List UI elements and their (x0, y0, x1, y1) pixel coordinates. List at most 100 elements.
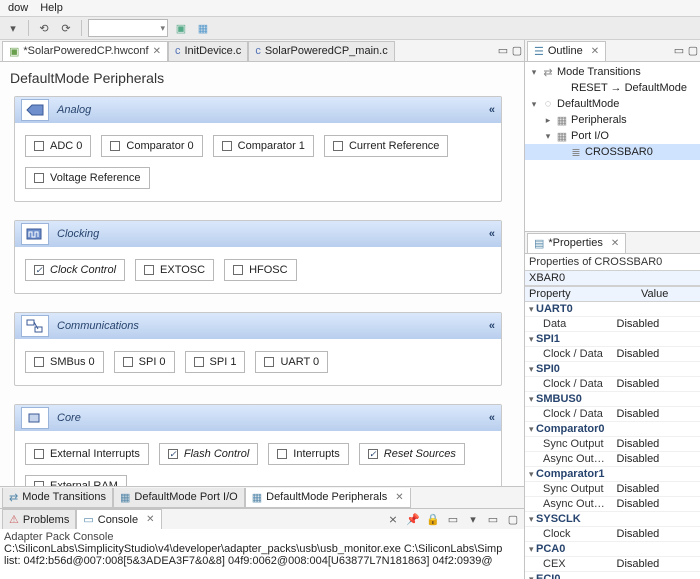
peripheral-chip[interactable]: Reset Sources (359, 443, 465, 465)
tree-row[interactable]: ▾⇄Mode Transitions (525, 64, 700, 80)
maximize-icon[interactable]: ▢ (510, 44, 524, 57)
property-row[interactable]: Async OutputDisabled (525, 497, 700, 512)
property-row[interactable]: Async OutputDisabled (525, 452, 700, 467)
property-row[interactable]: SYSCLK (525, 512, 700, 527)
new-icon[interactable]: ▾ (4, 19, 22, 37)
editor-tab[interactable]: c SolarPoweredCP_main.c (248, 41, 394, 61)
peripheral-chip[interactable]: Interrupts (268, 443, 348, 465)
bottom-tab[interactable]: ▦DefaultMode Port I/O (113, 488, 245, 508)
bottom-tab[interactable]: ▦DefaultMode Peripherals✕ (245, 488, 411, 508)
property-value[interactable]: Disabled (613, 407, 700, 422)
twisty-icon[interactable]: ▾ (543, 131, 553, 142)
twisty-icon[interactable]: ▾ (529, 99, 539, 110)
close-icon[interactable]: ✕ (611, 238, 619, 249)
tree-row[interactable]: RESET → DefaultMode (525, 80, 700, 96)
peripheral-chip[interactable]: SPI 0 (114, 351, 175, 373)
menu-item[interactable]: dow (8, 2, 28, 14)
tree-row[interactable]: ≣CROSSBAR0 (525, 144, 700, 160)
tool-icon[interactable]: ▣ (172, 19, 190, 37)
peripheral-chip[interactable]: External Interrupts (25, 443, 149, 465)
collapse-icon[interactable]: « (489, 228, 495, 240)
close-icon[interactable]: ✕ (146, 514, 154, 525)
property-row[interactable]: ECI0 (525, 572, 700, 579)
collapse-icon[interactable]: « (489, 412, 495, 424)
outline-tab[interactable]: ☰Outline✕ (527, 41, 606, 61)
peripheral-chip[interactable]: ADC 0 (25, 135, 91, 157)
clear-icon[interactable]: ⨯ (384, 510, 402, 528)
property-value[interactable]: Disabled (613, 347, 700, 362)
close-icon[interactable]: ✕ (153, 46, 161, 57)
property-value[interactable]: Disabled (613, 377, 700, 392)
dropdown-icon[interactable]: ▾ (464, 510, 482, 528)
tool-icon[interactable]: ▦ (194, 19, 212, 37)
property-row[interactable]: Comparator1 (525, 467, 700, 482)
minimize-icon[interactable]: ▭ (496, 44, 510, 57)
property-value[interactable]: Disabled (613, 437, 700, 452)
forward-icon[interactable]: ⟳ (57, 19, 75, 37)
back-icon[interactable]: ⟲ (35, 19, 53, 37)
property-row[interactable]: Clock / DataDisabled (525, 377, 700, 392)
property-row[interactable]: UART0 (525, 302, 700, 317)
peripheral-chip[interactable]: SMBus 0 (25, 351, 104, 373)
scroll-lock-icon[interactable]: 🔒 (424, 510, 442, 528)
minimize-icon[interactable]: ▭ (484, 510, 502, 528)
property-value[interactable]: Disabled (613, 557, 700, 572)
bottom-tab[interactable]: ⇄Mode Transitions (2, 488, 113, 508)
panel-header[interactable]: Analog « (15, 97, 501, 123)
peripheral-chip[interactable]: SPI 1 (185, 351, 246, 373)
close-icon[interactable]: ✕ (591, 46, 599, 57)
peripheral-chip[interactable]: HFOSC (224, 259, 297, 281)
console-tab[interactable]: ▭Console✕ (76, 509, 161, 529)
property-row[interactable]: Clock / DataDisabled (525, 347, 700, 362)
peripheral-chip[interactable]: Clock Control (25, 259, 125, 281)
tree-row[interactable]: ▸▦Peripherals (525, 112, 700, 128)
minimize-icon[interactable]: ▭ (672, 44, 686, 57)
problems-icon: ⚠ (9, 513, 19, 526)
peripheral-chip[interactable]: Comparator 0 (101, 135, 202, 157)
twisty-icon[interactable]: ▾ (529, 67, 539, 78)
panel-header[interactable]: Core « (15, 405, 501, 431)
properties-root-row[interactable]: XBAR0 (525, 270, 700, 286)
console-tab[interactable]: ⚠Problems (2, 509, 76, 529)
property-row[interactable]: SMBUS0 (525, 392, 700, 407)
properties-tab[interactable]: ▤*Properties✕ (527, 233, 626, 253)
property-value[interactable]: Disabled (613, 317, 700, 332)
peripheral-chip[interactable]: EXTOSC (135, 259, 214, 281)
property-row[interactable]: PCA0 (525, 542, 700, 557)
property-row[interactable]: CEXDisabled (525, 557, 700, 572)
tree-row[interactable]: ▾◌DefaultMode (525, 96, 700, 112)
maximize-icon[interactable]: ▢ (504, 510, 522, 528)
property-row[interactable]: ClockDisabled (525, 527, 700, 542)
property-value[interactable]: Disabled (613, 497, 700, 512)
peripheral-chip[interactable]: UART 0 (255, 351, 328, 373)
property-row[interactable]: DataDisabled (525, 317, 700, 332)
property-value[interactable]: Disabled (613, 482, 700, 497)
property-row[interactable]: Sync OutputDisabled (525, 482, 700, 497)
property-row[interactable]: Sync OutputDisabled (525, 437, 700, 452)
peripheral-chip[interactable]: Voltage Reference (25, 167, 150, 189)
menu-item[interactable]: Help (40, 2, 63, 14)
terminal-icon[interactable]: ▭ (444, 510, 462, 528)
peripheral-chip[interactable]: Flash Control (159, 443, 258, 465)
property-row[interactable]: SPI1 (525, 332, 700, 347)
property-row[interactable]: Clock / DataDisabled (525, 407, 700, 422)
twisty-icon[interactable]: ▸ (543, 115, 553, 126)
peripheral-chip[interactable]: Comparator 1 (213, 135, 314, 157)
toolbar-combo[interactable]: ▾ (88, 19, 168, 37)
pin-icon[interactable]: 📌 (404, 510, 422, 528)
peripheral-chip[interactable]: External RAM (25, 475, 127, 486)
property-value[interactable]: Disabled (613, 452, 700, 467)
panel-header[interactable]: Clocking « (15, 221, 501, 247)
editor-tab[interactable]: c InitDevice.c (168, 41, 248, 61)
collapse-icon[interactable]: « (489, 104, 495, 116)
property-row[interactable]: SPI0 (525, 362, 700, 377)
peripheral-chip[interactable]: Current Reference (324, 135, 449, 157)
property-row[interactable]: Comparator0 (525, 422, 700, 437)
maximize-icon[interactable]: ▢ (686, 44, 700, 57)
property-value[interactable]: Disabled (613, 527, 700, 542)
close-icon[interactable]: ✕ (395, 492, 403, 503)
panel-header[interactable]: Communications « (15, 313, 501, 339)
collapse-icon[interactable]: « (489, 320, 495, 332)
editor-tab[interactable]: ▣ *SolarPoweredCP.hwconf ✕ (2, 41, 168, 61)
tree-row[interactable]: ▾▦Port I/O (525, 128, 700, 144)
